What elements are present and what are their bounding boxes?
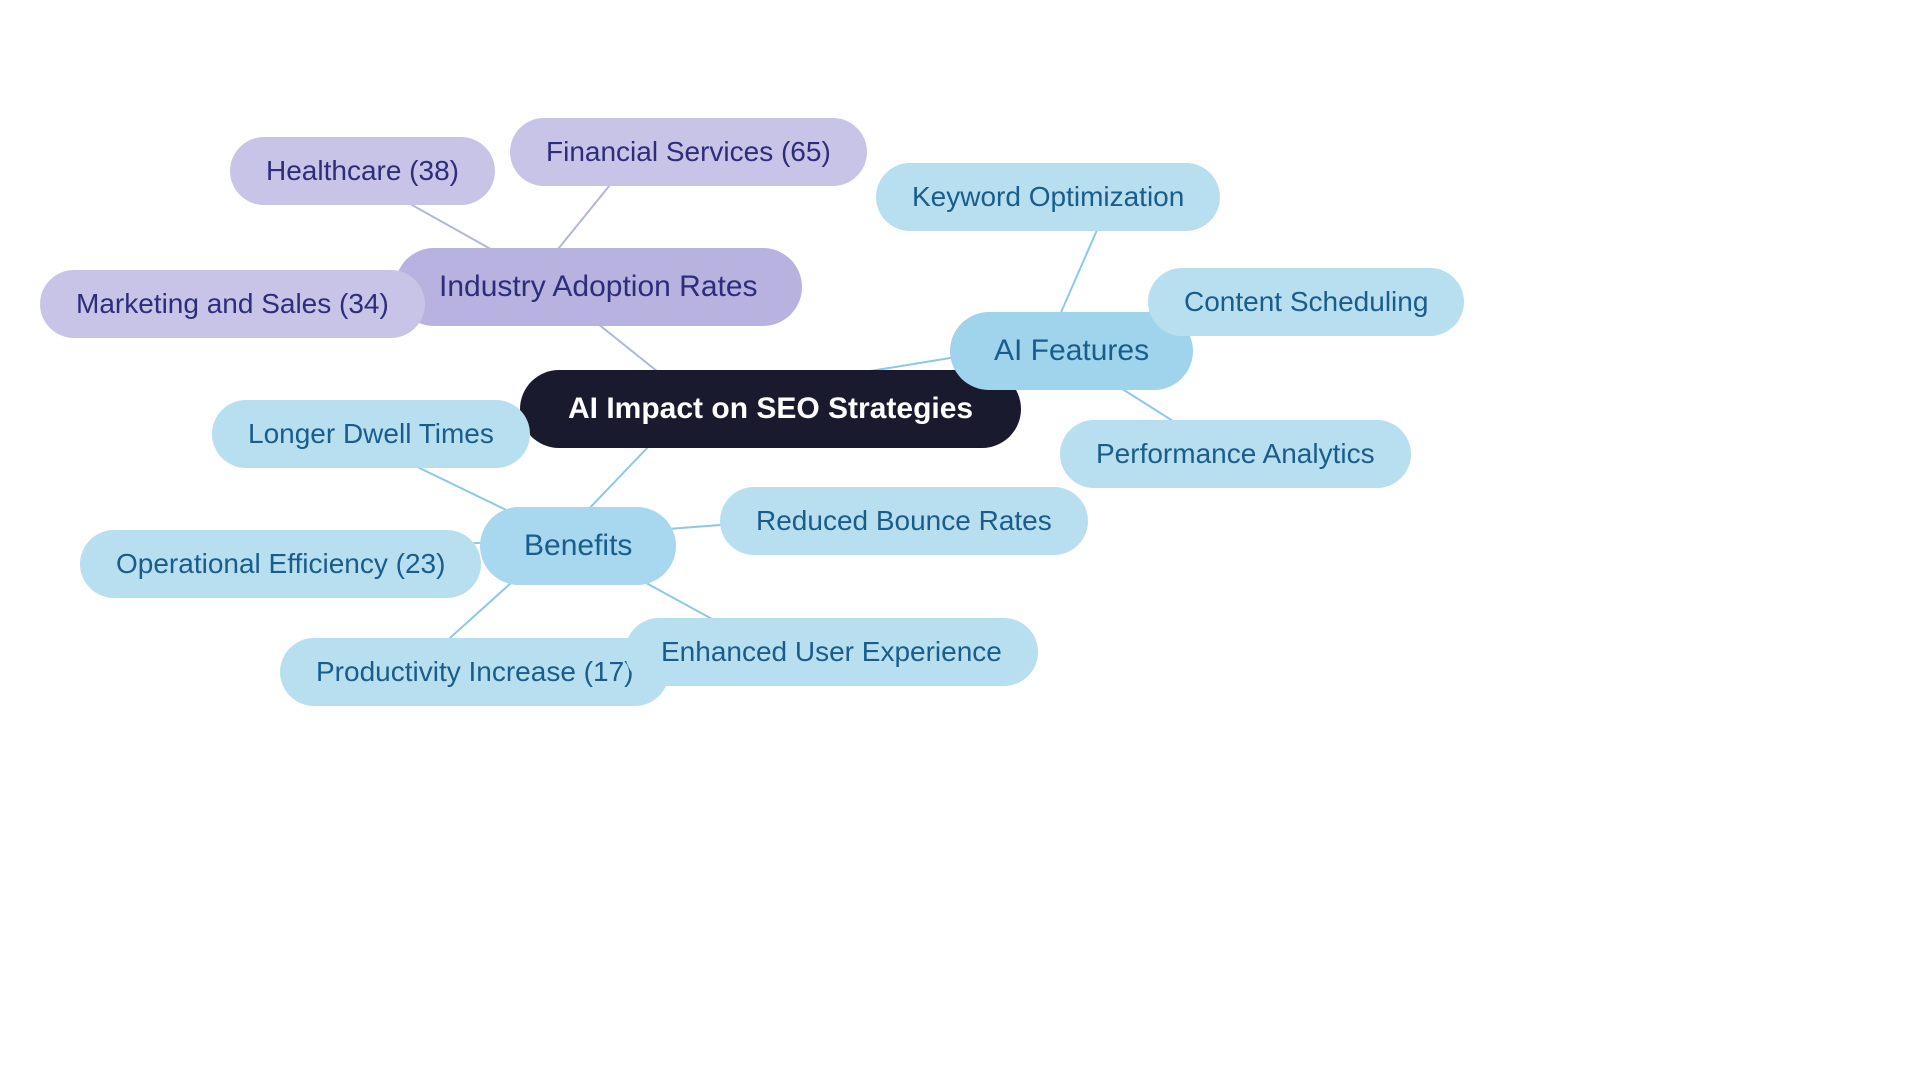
content-scheduling-node: Content Scheduling <box>1148 268 1464 336</box>
center-node: AI Impact on SEO Strategies <box>520 370 1021 448</box>
keyword-optimization-node: Keyword Optimization <box>876 163 1220 231</box>
marketing-sales-node: Marketing and Sales (34) <box>40 270 425 338</box>
performance-analytics-node: Performance Analytics <box>1060 420 1411 488</box>
healthcare-node: Healthcare (38) <box>230 137 495 205</box>
longer-dwell-times-node: Longer Dwell Times <box>212 400 530 468</box>
productivity-increase-node: Productivity Increase (17) <box>280 638 669 706</box>
industry-adoption-rates-node: Industry Adoption Rates <box>395 248 802 326</box>
reduced-bounce-rates-node: Reduced Bounce Rates <box>720 487 1088 555</box>
enhanced-user-experience-node: Enhanced User Experience <box>625 618 1038 686</box>
financial-services-node: Financial Services (65) <box>510 118 867 186</box>
operational-efficiency-node: Operational Efficiency (23) <box>80 530 481 598</box>
benefits-node: Benefits <box>480 507 676 585</box>
